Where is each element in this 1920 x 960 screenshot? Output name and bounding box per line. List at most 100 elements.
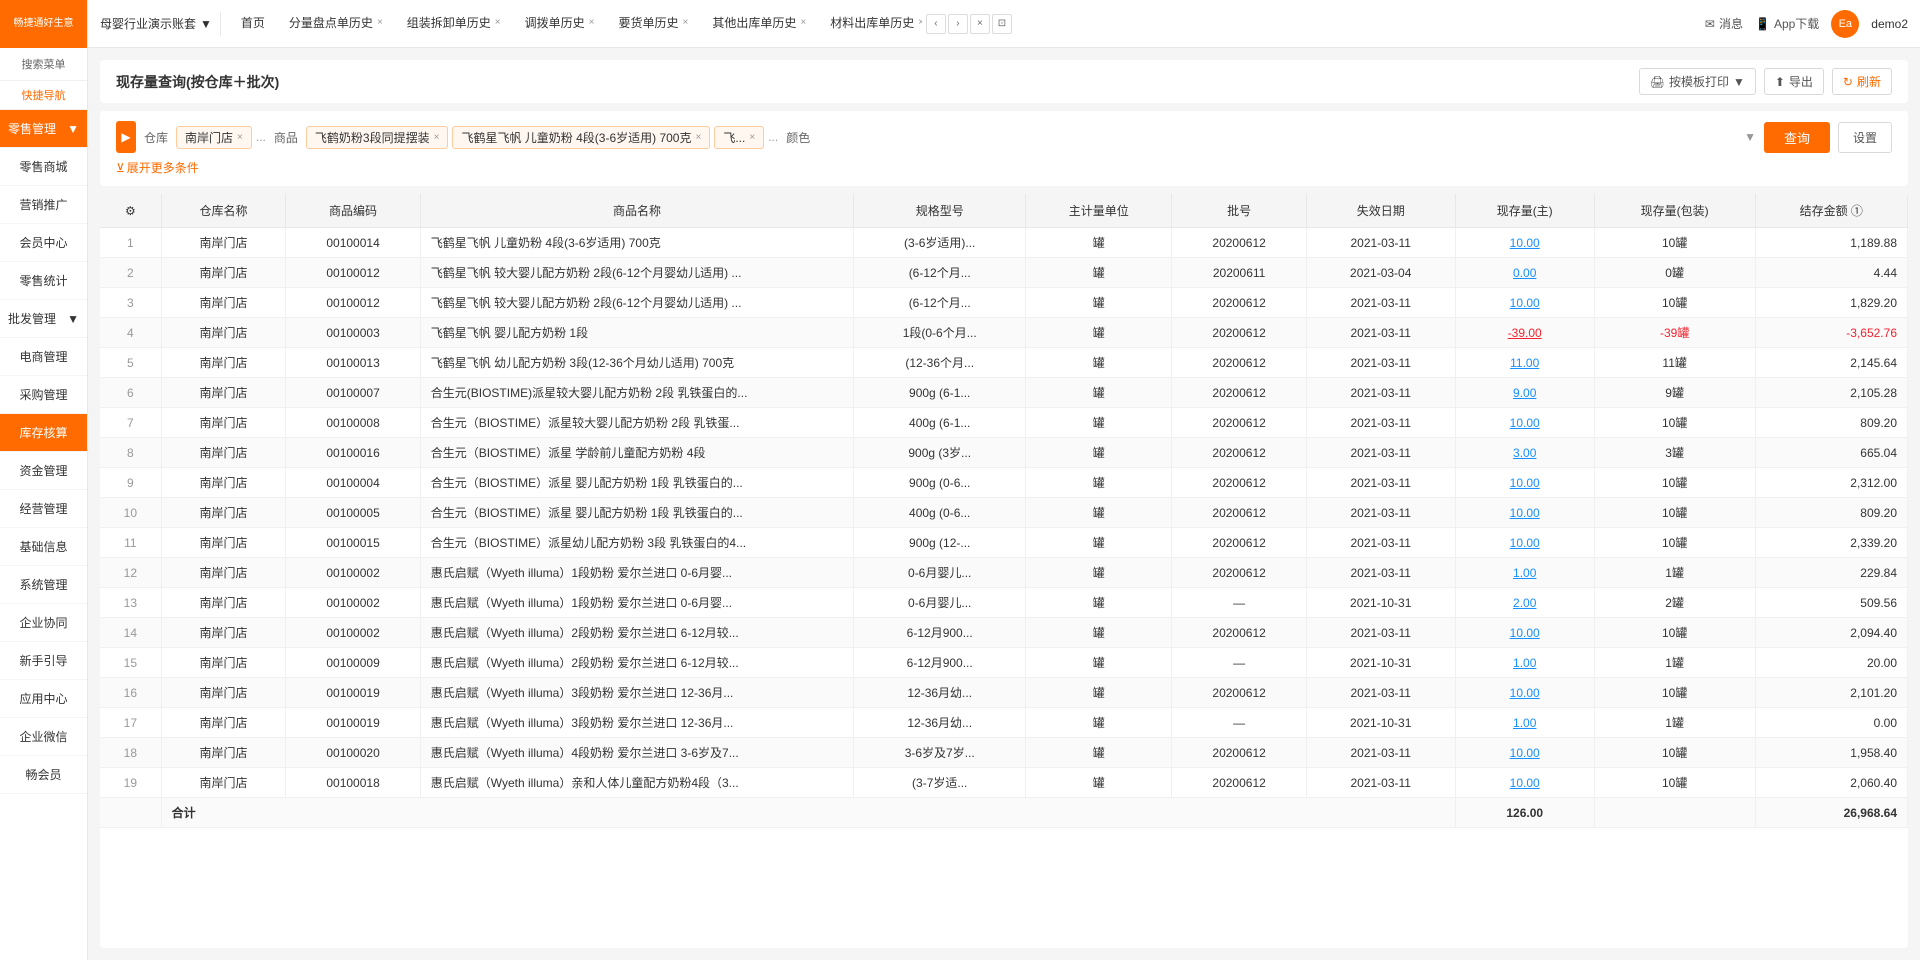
row-stock-main[interactable]: 2.00	[1455, 588, 1594, 618]
warehouse-tags: 南岸门店 × ...	[176, 126, 266, 149]
sidebar-item-new-guide[interactable]: 新手引导	[0, 642, 87, 680]
sidebar-item-ecommerce[interactable]: 电商管理	[0, 338, 87, 376]
tab-close-all-button[interactable]: ×	[970, 14, 990, 34]
tab-next-button[interactable]: ›	[948, 14, 968, 34]
tab-mix-order[interactable]: 调拨单历史 ×	[513, 0, 607, 48]
tab-home[interactable]: 首页	[229, 0, 277, 48]
close-icon[interactable]: ×	[495, 17, 501, 28]
row-stock-pkg: 10罐	[1594, 228, 1755, 258]
row-stock-main[interactable]: 10.00	[1455, 618, 1594, 648]
sidebar-item-label: 库存核算	[19, 424, 67, 441]
sidebar-item-retail-mgmt[interactable]: 零售管理 ▼	[0, 110, 87, 148]
close-icon[interactable]: ×	[800, 17, 806, 28]
close-icon[interactable]: ×	[918, 17, 922, 28]
row-stock-main[interactable]: 0.00	[1455, 258, 1594, 288]
remove-warehouse-tag[interactable]: ×	[237, 132, 243, 143]
tab-expand-button[interactable]: ⊡	[992, 14, 1012, 34]
refresh-button[interactable]: ↻ 刷新	[1832, 68, 1892, 95]
row-stock-main[interactable]: 1.00	[1455, 648, 1594, 678]
message-button[interactable]: ✉ 消息	[1705, 15, 1743, 32]
row-batch: 20200612	[1172, 768, 1306, 798]
setting-button[interactable]: 设置	[1838, 122, 1892, 153]
remove-product-tag-3[interactable]: ×	[749, 132, 755, 143]
sidebar-item-enterprise-wechat[interactable]: 企业微信	[0, 718, 87, 756]
tab-request-order[interactable]: 要货单历史 ×	[607, 0, 701, 48]
sidebar-item-purchase[interactable]: 采购管理	[0, 376, 87, 414]
sidebar-search[interactable]: 搜索菜单	[0, 48, 87, 81]
row-stock-main[interactable]: 10.00	[1455, 228, 1594, 258]
row-balance: 2,094.40	[1755, 618, 1907, 648]
sidebar-item-basic-info[interactable]: 基础信息	[0, 528, 87, 566]
query-button[interactable]: 查询	[1764, 122, 1830, 153]
row-spec: (3-6岁适用)...	[854, 228, 1026, 258]
print-button[interactable]: 🖨 按模板打印 ▼	[1639, 68, 1756, 95]
row-code: 00100002	[286, 588, 420, 618]
close-icon[interactable]: ×	[589, 17, 595, 28]
account-dropdown[interactable]: 母婴行业演示账套 ▼	[100, 15, 212, 32]
row-stock-main[interactable]: 10.00	[1455, 738, 1594, 768]
tab-other-out[interactable]: 其他出库单历史 ×	[700, 0, 818, 48]
row-stock-main[interactable]: 10.00	[1455, 468, 1594, 498]
row-stock-main[interactable]: 10.00	[1455, 408, 1594, 438]
row-stock-main[interactable]: 1.00	[1455, 558, 1594, 588]
row-name: 合生元（BIOSTIME）派星 婴儿配方奶粉 1段 乳铁蛋白的...	[420, 468, 854, 498]
row-stock-main[interactable]: 3.00	[1455, 438, 1594, 468]
row-num: 15	[100, 648, 161, 678]
sidebar-item-finance[interactable]: 资金管理	[0, 452, 87, 490]
row-stock-main[interactable]: 10.00	[1455, 498, 1594, 528]
sidebar-item-marketing[interactable]: 营销推广	[0, 186, 87, 224]
sidebar-item-app-center[interactable]: 应用中心	[0, 680, 87, 718]
sidebar-item-member[interactable]: 会员中心	[0, 224, 87, 262]
sidebar-item-sys-mgmt[interactable]: 系统管理	[0, 566, 87, 604]
remove-product-tag-1[interactable]: ×	[434, 132, 440, 143]
row-name: 惠氏启赋（Wyeth illuma）2段奶粉 爱尔兰进口 6-12月较...	[420, 618, 854, 648]
color-dropdown-icon[interactable]: ▼	[1744, 130, 1756, 144]
warehouse-more[interactable]: ...	[256, 130, 266, 144]
expand-filter-button[interactable]: ⊻ 展开更多条件	[116, 159, 1892, 176]
row-stock-main[interactable]: 1.00	[1455, 708, 1594, 738]
close-icon[interactable]: ×	[683, 17, 689, 28]
table-row: 3 南岸门店 00100012 飞鹤星飞帆 较大婴儿配方奶粉 2段(6-12个月…	[100, 288, 1908, 318]
filter-toggle-button[interactable]: ▶	[116, 121, 136, 153]
row-name: 飞鹤星飞帆 婴儿配方奶粉 1段	[420, 318, 854, 348]
sidebar-item-retail-stats[interactable]: 零售统计	[0, 262, 87, 300]
page-actions: 🖨 按模板打印 ▼ ⬆ 导出 ↻ 刷新	[1639, 68, 1892, 95]
row-stock-pkg: 2罐	[1594, 588, 1755, 618]
row-code: 00100009	[286, 648, 420, 678]
avatar[interactable]: Ea	[1831, 10, 1859, 38]
sidebar-item-member2[interactable]: 畅会员	[0, 756, 87, 794]
row-stock-main[interactable]: 10.00	[1455, 528, 1594, 558]
row-name: 飞鹤星飞帆 较大婴儿配方奶粉 2段(6-12个月婴幼儿适用) ...	[420, 288, 854, 318]
row-code: 00100016	[286, 438, 420, 468]
close-icon[interactable]: ×	[377, 17, 383, 28]
tab-material-out[interactable]: 材料出库单历史 ×	[818, 0, 922, 48]
table-row: 7 南岸门店 00100008 合生元（BIOSTIME）派星较大婴儿配方奶粉 …	[100, 408, 1908, 438]
col-gear[interactable]: ⚙	[100, 194, 161, 228]
gear-icon[interactable]: ⚙	[125, 204, 136, 218]
remove-product-tag-2[interactable]: ×	[695, 132, 701, 143]
row-stock-main[interactable]: -39.00	[1455, 318, 1594, 348]
sidebar-quick-nav[interactable]: 快捷导航	[0, 81, 87, 110]
username[interactable]: demo2	[1871, 17, 1908, 31]
sidebar-item-operation[interactable]: 经营管理	[0, 490, 87, 528]
sidebar-item-wholesale[interactable]: 批发管理▼	[0, 300, 87, 338]
tab-split-inventory[interactable]: 分量盘点单历史 ×	[277, 0, 395, 48]
row-spec: 1段(0-6个月...	[854, 318, 1026, 348]
sidebar-item-retail-mall[interactable]: 零售商城	[0, 148, 87, 186]
app-download-button[interactable]: 📱 App下载	[1755, 15, 1819, 32]
row-stock-pkg: -39罐	[1594, 318, 1755, 348]
product-more[interactable]: ...	[768, 130, 778, 144]
row-stock-main[interactable]: 10.00	[1455, 768, 1594, 798]
row-stock-main[interactable]: 11.00	[1455, 348, 1594, 378]
row-stock-main[interactable]: 10.00	[1455, 288, 1594, 318]
tab-disassemble[interactable]: 组装拆卸单历史 ×	[395, 0, 513, 48]
sidebar-item-inventory[interactable]: 库存核算	[0, 414, 87, 452]
row-stock-main[interactable]: 10.00	[1455, 678, 1594, 708]
export-button[interactable]: ⬆ 导出	[1764, 68, 1824, 95]
tab-prev-button[interactable]: ‹	[926, 14, 946, 34]
row-name: 合生元（BIOSTIME）派星 婴儿配方奶粉 1段 乳铁蛋白的...	[420, 498, 854, 528]
sidebar-item-enterprise[interactable]: 企业协同	[0, 604, 87, 642]
row-stock-main[interactable]: 9.00	[1455, 378, 1594, 408]
topbar-right: ✉ 消息 📱 App下载 Ea demo2	[1705, 10, 1908, 38]
download-icon: 📱	[1755, 17, 1770, 31]
